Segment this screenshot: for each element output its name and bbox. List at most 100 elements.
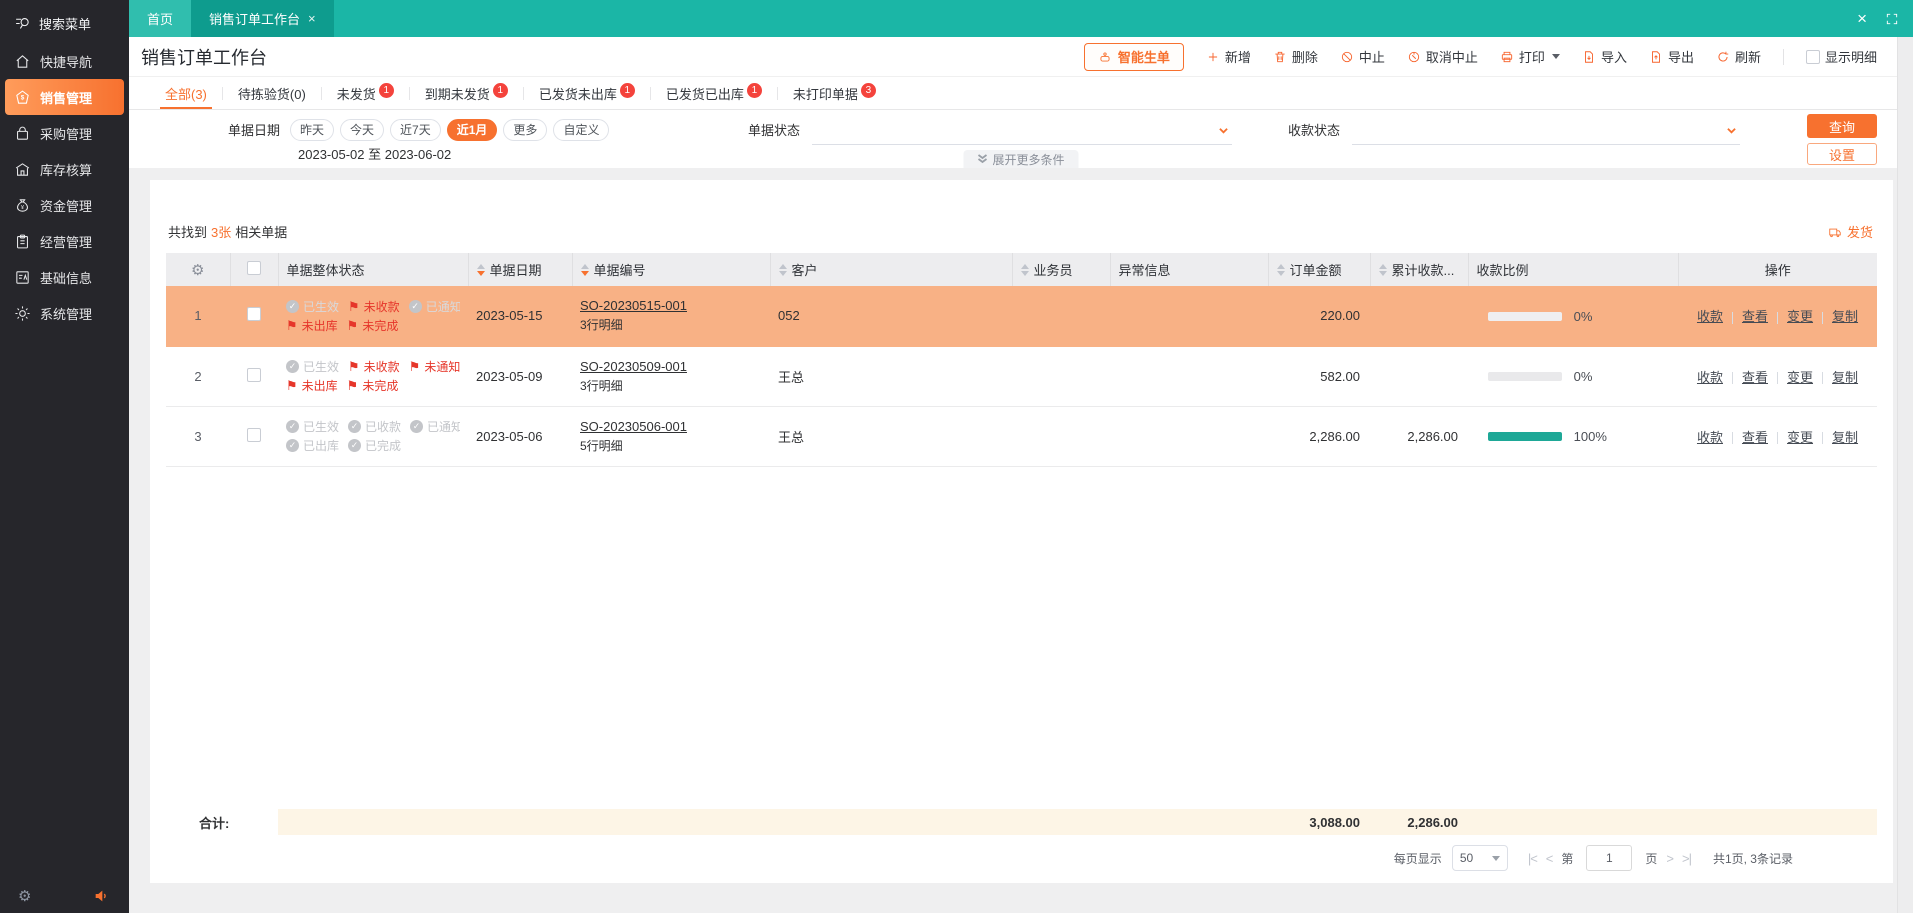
row-checkbox[interactable] bbox=[247, 307, 261, 322]
sidebar-item-purchase[interactable]: 采购管理 bbox=[0, 115, 129, 151]
sidebar-item-operations[interactable]: 经营管理 bbox=[0, 223, 129, 259]
status-tab-not-shipped[interactable]: 未发货 1 bbox=[322, 77, 409, 109]
table-row[interactable]: 3 ✓ 已生效 ✓ 已收款 ✓ 已通知 ✓ 已出库 ✓ 已完成 2023-05-06 SO-20… bbox=[166, 406, 1877, 467]
col-amount[interactable]: 订单金额 bbox=[1290, 260, 1342, 279]
sort-control[interactable] bbox=[1378, 263, 1387, 276]
flag-icon: ⚑ bbox=[346, 378, 359, 393]
row-action-change[interactable]: 变更 bbox=[1787, 370, 1813, 385]
row-action-view[interactable]: 查看 bbox=[1742, 430, 1768, 445]
per-page-select[interactable]: 50 bbox=[1451, 845, 1508, 871]
announcement-speaker-icon[interactable] bbox=[93, 888, 109, 904]
col-order-no[interactable]: 单据编号 bbox=[594, 260, 646, 279]
tab-close-icon[interactable]: × bbox=[308, 11, 316, 26]
sort-control[interactable] bbox=[1020, 263, 1029, 276]
abort-label: 中止 bbox=[1358, 50, 1385, 65]
doc-status-select[interactable] bbox=[812, 119, 1233, 145]
select-all-checkbox[interactable] bbox=[247, 261, 261, 275]
add-button[interactable]: 新增 bbox=[1206, 47, 1251, 66]
row-action-copy[interactable]: 复制 bbox=[1832, 309, 1858, 324]
filter-buttons: 查询 设置 bbox=[1807, 114, 1877, 165]
table-row[interactable]: 2 ✓ 已生效 ⚑ 未收款 ⚑ 未通知 ⚑ 未出库 ⚑ 未完成 2023-05-09 SO-20… bbox=[166, 346, 1877, 407]
print-button[interactable]: 打印 bbox=[1500, 47, 1560, 66]
col-salesperson[interactable]: 业务员 bbox=[1034, 260, 1073, 279]
query-button[interactable]: 查询 bbox=[1807, 114, 1877, 138]
close-icon[interactable]: × bbox=[1857, 10, 1867, 27]
tab-sales-order-workbench[interactable]: 销售订单工作台 × bbox=[191, 0, 334, 37]
sidebar-item-funds[interactable]: ¥ 资金管理 bbox=[0, 187, 129, 223]
row-action-receive-payment[interactable]: 收款 bbox=[1697, 430, 1723, 445]
import-button[interactable]: 导入 bbox=[1582, 47, 1627, 66]
next-page-icon[interactable]: > bbox=[1666, 851, 1674, 866]
sidebar-item-sales[interactable]: $ 销售管理 bbox=[5, 79, 124, 115]
date-chip-last7days[interactable]: 近7天 bbox=[390, 119, 441, 141]
refresh-button[interactable]: 刷新 bbox=[1716, 47, 1761, 66]
row-action-view[interactable]: 查看 bbox=[1742, 370, 1768, 385]
sort-control[interactable] bbox=[476, 263, 485, 276]
status-tab-unprinted[interactable]: 未打印单据 3 bbox=[778, 77, 891, 109]
delete-button[interactable]: 删除 bbox=[1273, 47, 1318, 66]
column-settings-gear-icon[interactable]: ⚙ bbox=[174, 261, 222, 279]
abort-button[interactable]: 中止 bbox=[1340, 47, 1385, 66]
sort-control[interactable] bbox=[778, 263, 787, 276]
status-tab-pending-pick[interactable]: 待拣验货(0) bbox=[223, 77, 321, 109]
date-chip-custom[interactable]: 自定义 bbox=[553, 119, 610, 141]
prev-page-icon[interactable]: < bbox=[1546, 851, 1554, 866]
vertical-scrollbar[interactable] bbox=[1897, 37, 1913, 913]
date-chip-today[interactable]: 今天 bbox=[340, 119, 385, 141]
payment-status-select[interactable] bbox=[1352, 119, 1741, 145]
cancel-abort-button[interactable]: 取消中止 bbox=[1407, 47, 1478, 66]
svg-text:$: $ bbox=[21, 94, 25, 101]
status-tab-bar: 全部(3) 待拣验货(0) 未发货 1 到期未发货 1 已发货未出库 1 已发货已出库… bbox=[129, 77, 1913, 110]
progress-bar bbox=[1488, 311, 1562, 321]
status-badge-ok: ✓ 已通知 bbox=[408, 298, 460, 315]
tab-home[interactable]: 首页 bbox=[129, 0, 192, 37]
row-action-receive-payment[interactable]: 收款 bbox=[1697, 309, 1723, 324]
show-detail-checkbox[interactable] bbox=[1805, 49, 1820, 64]
page-number-input[interactable] bbox=[1586, 845, 1633, 871]
export-label: 导出 bbox=[1667, 50, 1694, 65]
settings-gear-icon[interactable]: ⚙ bbox=[18, 887, 31, 905]
row-action-change[interactable]: 变更 bbox=[1787, 430, 1813, 445]
result-bar: 共找到 3张 相关单据 发货 bbox=[166, 180, 1877, 253]
col-received[interactable]: 累计收款... bbox=[1392, 260, 1455, 279]
date-chip-last-month[interactable]: 近1月 bbox=[446, 119, 498, 141]
col-customer[interactable]: 客户 bbox=[792, 260, 818, 279]
status-tab-all[interactable]: 全部(3) bbox=[150, 77, 222, 109]
sidebar-item-inventory[interactable]: 库存核算 bbox=[0, 151, 129, 187]
status-tab-shipped-not-out[interactable]: 已发货未出库 1 bbox=[524, 77, 650, 109]
table-row[interactable]: 1 ✓ 已生效 ⚑ 未收款 ✓ 已通知 ⚑ 未出库 ⚑ 未完成 2023-05-15 SO-20… bbox=[166, 286, 1877, 347]
status-badge-ok: ✓ 已通知 bbox=[410, 418, 460, 435]
row-checkbox[interactable] bbox=[247, 367, 261, 382]
export-button[interactable]: 导出 bbox=[1649, 47, 1694, 66]
row-exception bbox=[1110, 406, 1268, 467]
row-action-change[interactable]: 变更 bbox=[1787, 309, 1813, 324]
sidebar-item-quick-nav[interactable]: 快捷导航 bbox=[0, 43, 129, 79]
row-action-copy[interactable]: 复制 bbox=[1832, 430, 1858, 445]
order-no-link[interactable]: SO-20230506-001 bbox=[580, 419, 687, 434]
row-action-copy[interactable]: 复制 bbox=[1832, 370, 1858, 385]
sort-control[interactable] bbox=[1276, 263, 1285, 276]
status-tab-shipped-out[interactable]: 已发货已出库 1 bbox=[651, 77, 777, 109]
row-checkbox[interactable] bbox=[247, 427, 261, 442]
expand-more-conditions[interactable]: 展开更多条件 bbox=[963, 150, 1079, 168]
date-chip-more[interactable]: 更多 bbox=[503, 119, 548, 141]
row-action-receive-payment[interactable]: 收款 bbox=[1697, 370, 1723, 385]
settings-button[interactable]: 设置 bbox=[1807, 143, 1877, 165]
first-page-icon[interactable]: |< bbox=[1528, 851, 1538, 866]
fullscreen-icon[interactable] bbox=[1885, 12, 1899, 26]
order-no-link[interactable]: SO-20230515-001 bbox=[580, 298, 687, 313]
sidebar-item-system[interactable]: 系统管理 bbox=[0, 295, 129, 331]
sort-control[interactable] bbox=[580, 263, 589, 276]
status-badge-ok: ✓ 已出库 bbox=[286, 437, 339, 454]
show-detail-toggle[interactable]: 显示明细 bbox=[1805, 47, 1877, 66]
row-action-view[interactable]: 查看 bbox=[1742, 309, 1768, 324]
order-no-link[interactable]: SO-20230509-001 bbox=[580, 359, 687, 374]
ship-button[interactable]: 发货 bbox=[1828, 222, 1873, 241]
last-page-icon[interactable]: >| bbox=[1682, 851, 1692, 866]
sidebar-search-menu[interactable]: 搜索菜单 bbox=[0, 0, 129, 43]
date-chip-yesterday[interactable]: 昨天 bbox=[290, 119, 335, 141]
smart-create-button[interactable]: 智能生单 bbox=[1083, 42, 1184, 71]
sidebar-item-base-info[interactable]: 基础信息 bbox=[0, 259, 129, 295]
status-tab-overdue[interactable]: 到期未发货 1 bbox=[410, 77, 523, 109]
col-date[interactable]: 单据日期 bbox=[490, 260, 542, 279]
